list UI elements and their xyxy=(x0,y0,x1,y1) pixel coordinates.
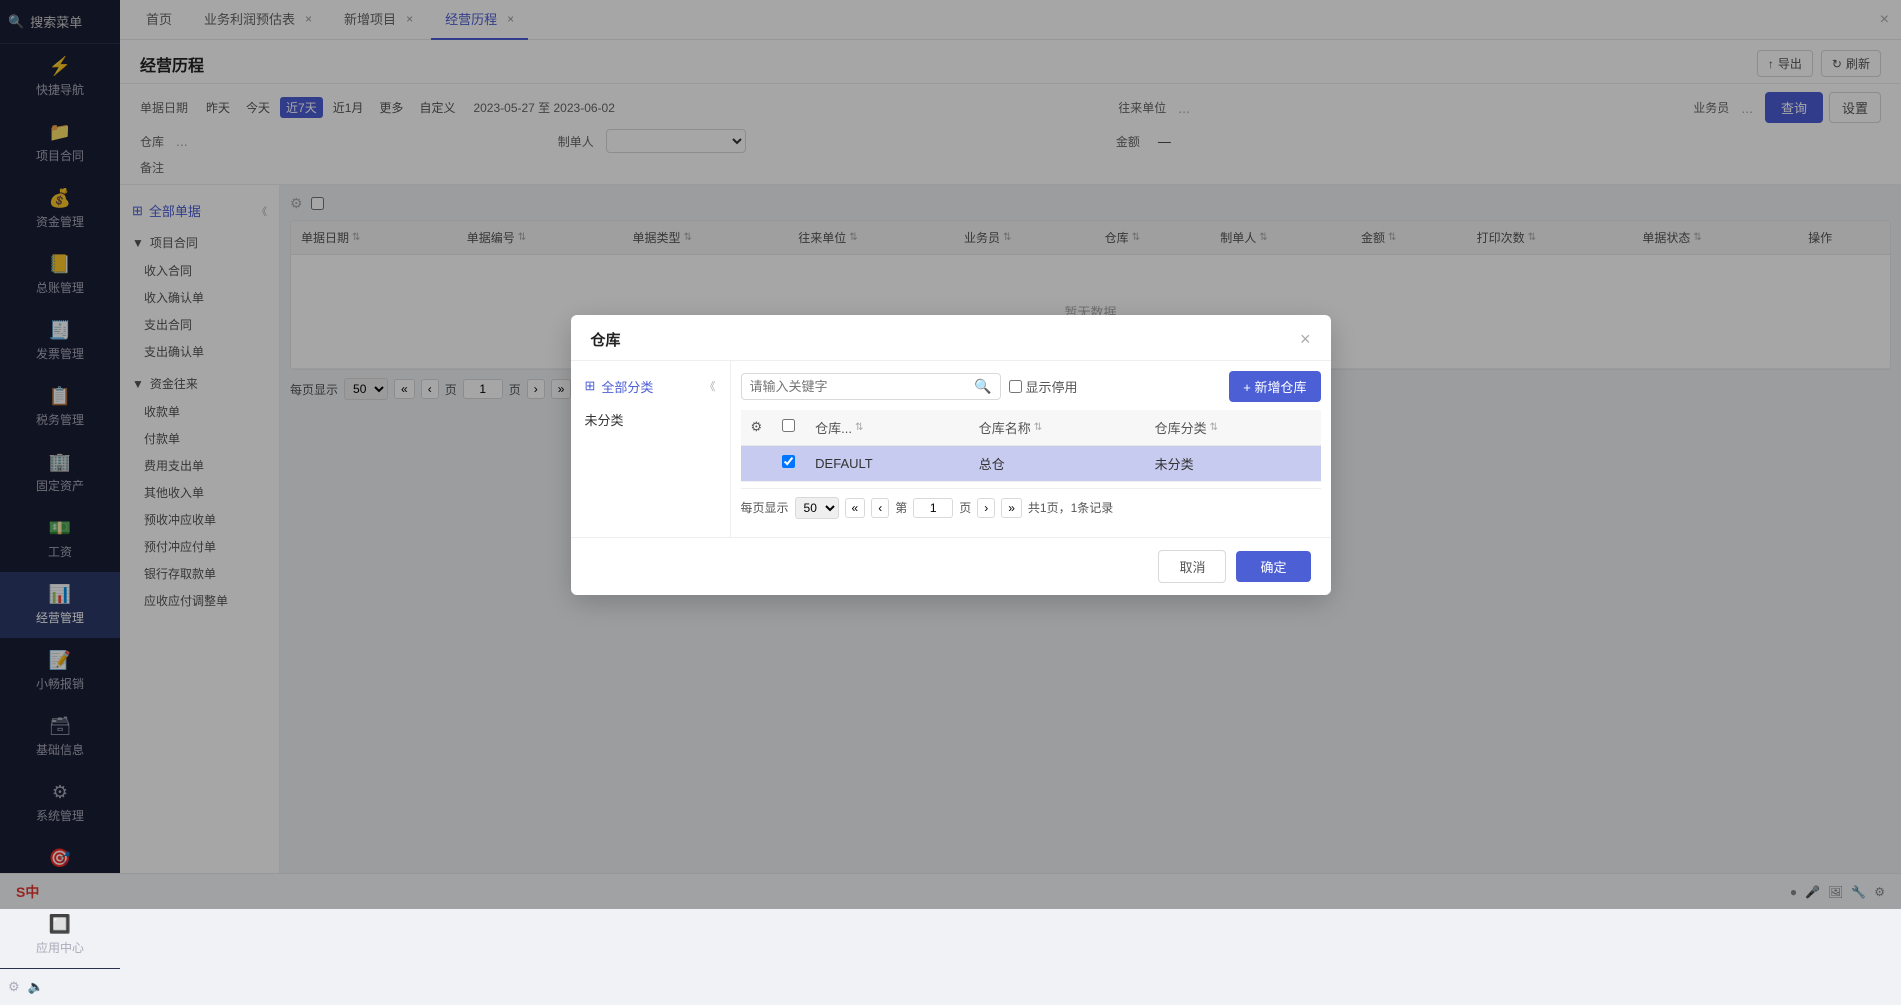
th-modal-check xyxy=(772,410,805,446)
modal-body: ⊞ 全部分类 《 未分类 🔍 显示停用 xyxy=(571,361,1331,537)
modal-footer: 取消 确定 xyxy=(571,537,1331,595)
table-row[interactable]: DEFAULT 总仓 未分类 xyxy=(741,445,1321,481)
row-gear xyxy=(741,445,773,481)
sidebar-item-app[interactable]: 🔲 应用中心 xyxy=(0,902,120,968)
row-checkbox[interactable] xyxy=(782,455,795,468)
modal-pagination: 每页显示 50 « ‹ 第 页 › » 共1页，1条记录 xyxy=(741,488,1321,527)
modal-left-all[interactable]: ⊞ 全部分类 《 xyxy=(571,369,730,404)
modal-left-collapse[interactable]: 《 xyxy=(705,378,716,394)
modal-search-icon[interactable]: 🔍 xyxy=(974,378,991,395)
cancel-button[interactable]: 取消 xyxy=(1158,550,1226,583)
modal-header: 仓库 × xyxy=(571,315,1331,361)
modal-search-box: 🔍 xyxy=(741,373,1001,400)
modal-right-panel: 🔍 显示停用 + 新增仓库 ⚙ xyxy=(731,361,1331,537)
modal-grid-icon: ⊞ xyxy=(585,378,596,394)
modal-close-button[interactable]: × xyxy=(1300,329,1311,350)
modal-page-label: 第 xyxy=(895,499,907,516)
modal-left-panel: ⊞ 全部分类 《 未分类 xyxy=(571,361,731,537)
row-category: 未分类 xyxy=(1145,445,1321,481)
gear-icon-th[interactable]: ⚙ xyxy=(751,419,763,434)
show-disabled-checkbox[interactable] xyxy=(1009,380,1022,393)
modal-left-item-label: 未分类 xyxy=(585,413,624,428)
modal-pg-next[interactable]: › xyxy=(977,498,995,518)
modal-per-page-select[interactable]: 50 xyxy=(795,497,839,519)
th-warehouse-code: 仓库...⇅ xyxy=(805,410,969,446)
row-code: DEFAULT xyxy=(805,445,969,481)
modal-title: 仓库 xyxy=(591,329,621,350)
warehouse-modal: 仓库 × ⊞ 全部分类 《 未分类 xyxy=(571,315,1331,595)
th-warehouse-name: 仓库名称⇅ xyxy=(969,410,1145,446)
modal-per-page-label: 每页显示 xyxy=(741,499,789,516)
confirm-button[interactable]: 确定 xyxy=(1236,551,1310,582)
modal-total-info: 共1页，1条记录 xyxy=(1028,499,1113,516)
modal-left-all-label: 全部分类 xyxy=(601,377,653,396)
show-disabled-label[interactable]: 显示停用 xyxy=(1009,377,1078,396)
warehouse-table: ⚙ 仓库...⇅ 仓库名称⇅ 仓库分类⇅ DEFAULT xyxy=(741,410,1321,482)
th-warehouse-category: 仓库分类⇅ xyxy=(1145,410,1321,446)
app-icon: 🔲 xyxy=(49,914,71,935)
modal-page-suffix: 页 xyxy=(959,499,971,516)
sidebar-sound-icon[interactable]: 🔈 xyxy=(28,979,44,995)
row-name: 总仓 xyxy=(969,445,1145,481)
modal-pg-first[interactable]: « xyxy=(845,498,866,518)
show-disabled-text: 显示停用 xyxy=(1026,377,1078,396)
row-check[interactable] xyxy=(772,445,805,481)
modal-overlay: 仓库 × ⊞ 全部分类 《 未分类 xyxy=(0,0,1901,909)
modal-toolbar: 🔍 显示停用 + 新增仓库 xyxy=(741,371,1321,402)
modal-search-input[interactable] xyxy=(750,379,969,394)
modal-pg-last[interactable]: » xyxy=(1001,498,1022,518)
add-warehouse-button[interactable]: + 新增仓库 xyxy=(1229,371,1320,402)
sidebar-footer: ⚙ 🔈 xyxy=(0,968,120,1005)
modal-table: ⚙ 仓库...⇅ 仓库名称⇅ 仓库分类⇅ DEFAULT xyxy=(741,410,1321,482)
modal-left-unclassified[interactable]: 未分类 xyxy=(571,404,730,435)
sidebar-settings-icon[interactable]: ⚙ xyxy=(8,979,20,995)
th-modal-gear: ⚙ xyxy=(741,410,773,446)
modal-pg-input[interactable] xyxy=(913,498,953,518)
sidebar-item-label: 应用中心 xyxy=(36,939,84,956)
modal-select-all[interactable] xyxy=(782,419,795,432)
modal-pg-prev[interactable]: ‹ xyxy=(871,498,889,518)
